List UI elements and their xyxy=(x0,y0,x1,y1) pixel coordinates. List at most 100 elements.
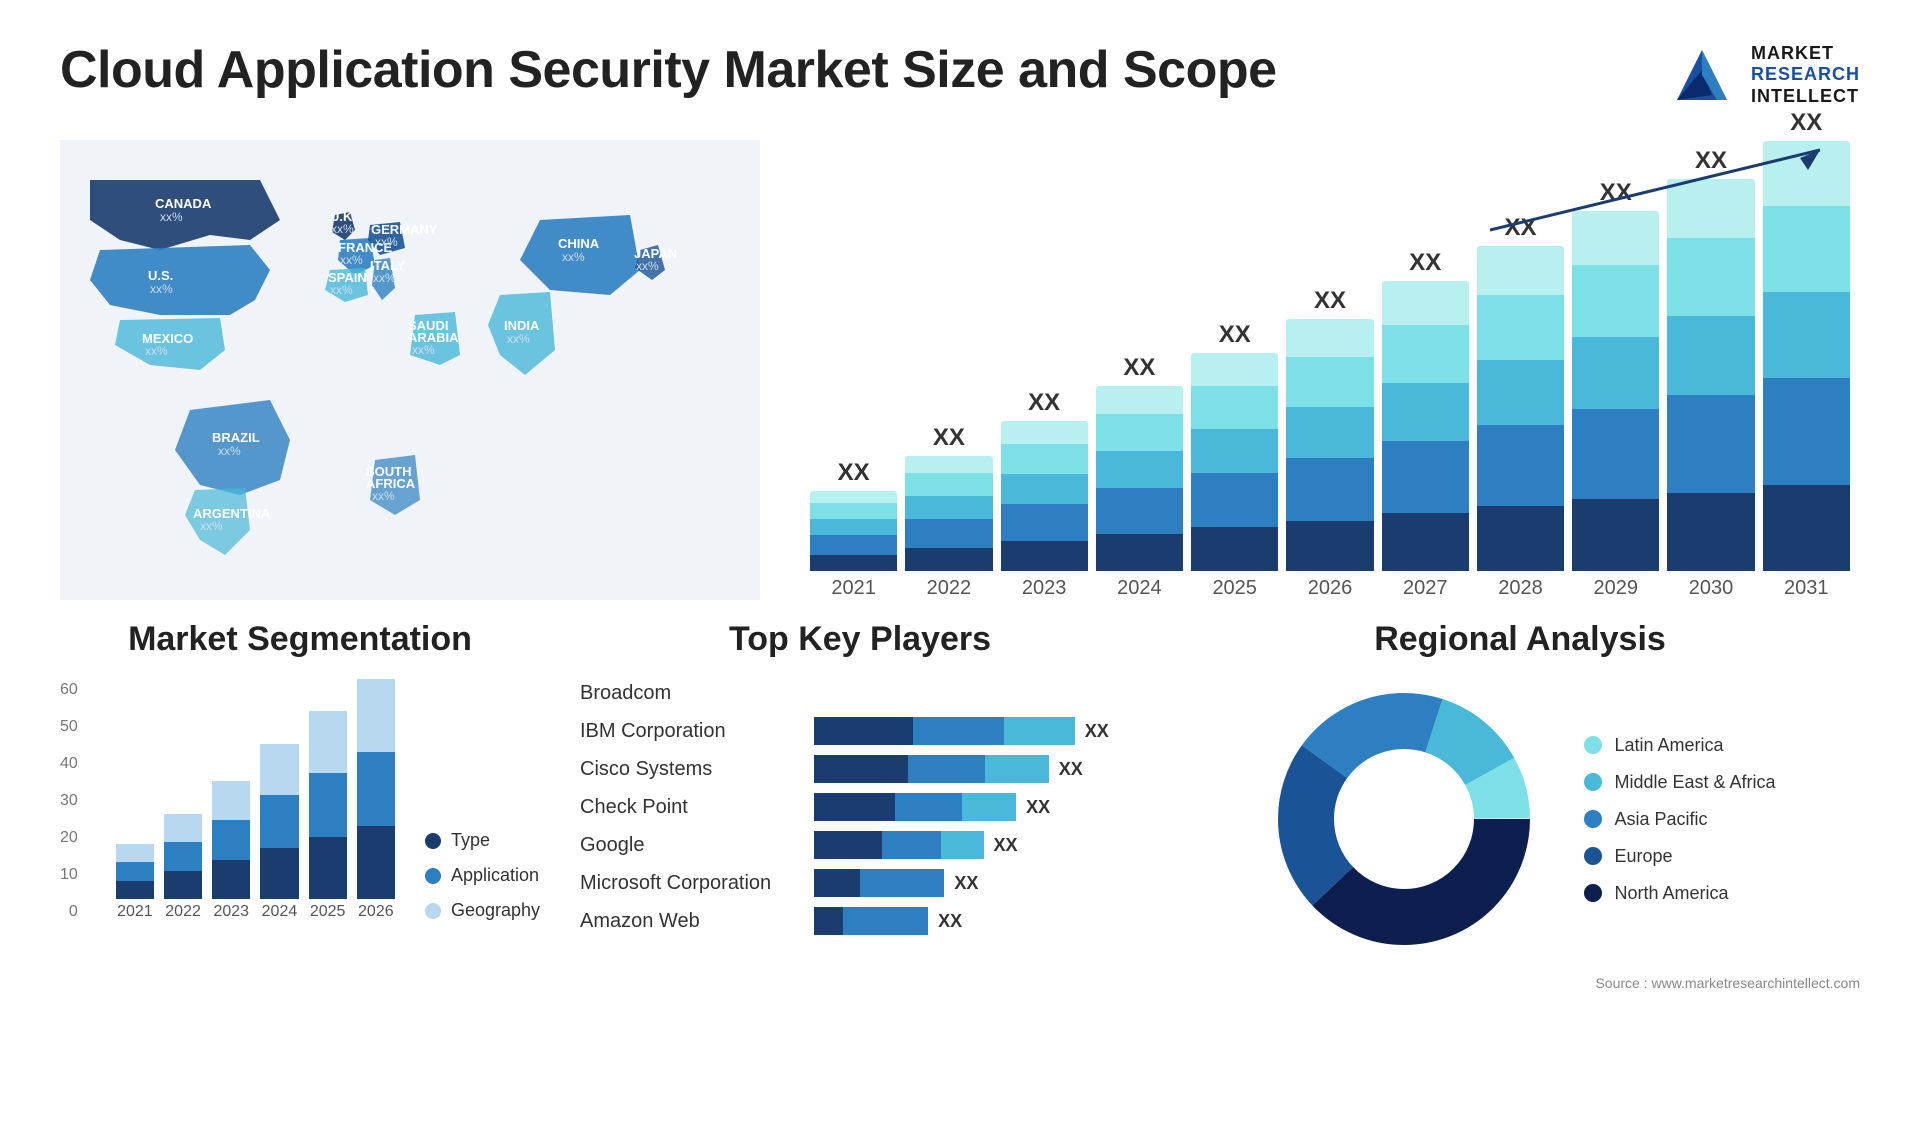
donut-svg xyxy=(1264,679,1544,959)
svg-text:CANADA: CANADA xyxy=(155,196,212,211)
svg-text:INDIA: INDIA xyxy=(504,318,540,333)
seg-bar-2024: 2024 xyxy=(260,744,298,921)
player-google: Google XX xyxy=(580,831,1140,859)
seg-bar-2021: 2021 xyxy=(116,844,154,921)
player-bar-broadcom xyxy=(814,679,1140,707)
legend-type: Type xyxy=(425,830,540,851)
donut-chart xyxy=(1264,679,1544,959)
svg-text:xx%: xx% xyxy=(200,519,223,533)
reg-dot-na xyxy=(1584,884,1602,902)
source-text: Source : www.marketresearchintellect.com xyxy=(1595,975,1860,991)
logo-area: MARKET RESEARCH INTELLECT xyxy=(1667,40,1860,110)
players-list: Broadcom IBM Corporation XX xyxy=(580,679,1140,935)
player-ibm: IBM Corporation XX xyxy=(580,717,1140,745)
regional-legend: Latin America Middle East & Africa Asia … xyxy=(1584,735,1775,904)
bars-container: XX 2021 XX xyxy=(800,200,1860,600)
player-amazon: Amazon Web XX xyxy=(580,907,1140,935)
player-bar-ibm: XX xyxy=(814,717,1140,745)
bar-2028: XX 2028 xyxy=(1477,214,1564,600)
player-name-ibm: IBM Corporation xyxy=(580,720,800,743)
legend-geography: Geography xyxy=(425,900,540,921)
player-name-cisco: Cisco Systems xyxy=(580,758,800,781)
player-name-amazon: Amazon Web xyxy=(580,910,800,933)
bar-2024: XX 2024 xyxy=(1096,354,1183,600)
player-bar-cisco-inner xyxy=(814,755,1049,783)
seg-chart: 60 50 40 30 20 10 0 xyxy=(60,679,540,921)
bar-2022: XX 2022 xyxy=(905,424,992,600)
seg-bar-2023: 2023 xyxy=(212,781,250,921)
svg-text:BRAZIL: BRAZIL xyxy=(212,430,260,445)
map-container: CANADA xx% U.S. xx% MEXICO xx% BRAZIL xx… xyxy=(60,140,760,600)
logo-icon xyxy=(1667,40,1737,110)
reg-item-europe: Europe xyxy=(1584,846,1775,867)
page-title: Cloud Application Security Market Size a… xyxy=(60,40,1277,100)
header: Cloud Application Security Market Size a… xyxy=(60,40,1860,110)
reg-item-na: North America xyxy=(1584,883,1775,904)
svg-text:xx%: xx% xyxy=(507,332,530,346)
svg-text:CHINA: CHINA xyxy=(558,236,600,251)
segmentation-title: Market Segmentation xyxy=(60,620,540,659)
reg-label-apac: Asia Pacific xyxy=(1614,809,1707,830)
player-bar-microsoft: XX xyxy=(814,869,1140,897)
seg-bars-area: 2021 2022 xyxy=(116,679,395,921)
reg-dot-europe xyxy=(1584,847,1602,865)
svg-text:U.S.: U.S. xyxy=(148,268,173,283)
svg-text:xx%: xx% xyxy=(372,489,395,503)
seg-bars-wrapper: 2021 2022 xyxy=(116,679,395,921)
svg-text:xx%: xx% xyxy=(330,283,353,297)
legend-geography-dot xyxy=(425,903,441,919)
player-name-google: Google xyxy=(580,834,800,857)
player-name-checkpoint: Check Point xyxy=(580,796,800,819)
regional-content: Latin America Middle East & Africa Asia … xyxy=(1180,679,1860,959)
player-broadcom: Broadcom xyxy=(580,679,1140,707)
trend-arrow xyxy=(1490,140,1840,240)
svg-text:xx%: xx% xyxy=(218,444,241,458)
bar-2029: XX 2029 xyxy=(1572,179,1659,600)
bar-2023: XX 2023 xyxy=(1001,389,1088,600)
player-bar-google-inner xyxy=(814,831,984,859)
page: Cloud Application Security Market Size a… xyxy=(0,0,1920,1146)
reg-dot-apac xyxy=(1584,810,1602,828)
world-map: CANADA xx% U.S. xx% MEXICO xx% BRAZIL xx… xyxy=(60,140,760,600)
reg-dot-mea xyxy=(1584,773,1602,791)
player-bar-cisco: XX xyxy=(814,755,1140,783)
svg-text:xx%: xx% xyxy=(373,271,396,285)
main-grid: CANADA xx% U.S. xx% MEXICO xx% BRAZIL xx… xyxy=(60,140,1860,993)
reg-label-na: North America xyxy=(1614,883,1728,904)
reg-item-latin: Latin America xyxy=(1584,735,1775,756)
svg-text:xx%: xx% xyxy=(160,210,183,224)
logo-text: MARKET RESEARCH INTELLECT xyxy=(1751,43,1860,108)
player-bar-checkpoint-inner xyxy=(814,793,1016,821)
svg-text:xx%: xx% xyxy=(562,250,585,264)
reg-item-mea: Middle East & Africa xyxy=(1584,772,1775,793)
bar-2027: XX 2027 xyxy=(1382,249,1469,600)
y-axis: 60 50 40 30 20 10 0 xyxy=(60,681,86,921)
reg-label-mea: Middle East & Africa xyxy=(1614,772,1775,793)
regional-title: Regional Analysis xyxy=(1180,620,1860,659)
reg-label-latin: Latin America xyxy=(1614,735,1723,756)
player-checkpoint: Check Point XX xyxy=(580,793,1140,821)
chart-section: XX 2021 XX xyxy=(800,140,1860,600)
seg-legend: Type Application Geography xyxy=(425,830,540,921)
svg-text:xx%: xx% xyxy=(412,343,435,357)
player-bar-microsoft-inner xyxy=(814,869,944,897)
seg-bar-2026: 2026 xyxy=(357,679,395,921)
player-bar-checkpoint: XX xyxy=(814,793,1140,821)
players-section: Top Key Players Broadcom IBM Corporation xyxy=(580,620,1140,993)
player-name-broadcom: Broadcom xyxy=(580,682,800,705)
player-bar-ibm-inner xyxy=(814,717,1075,745)
reg-dot-latin xyxy=(1584,736,1602,754)
bottom-row: Market Segmentation 60 50 40 30 20 10 0 xyxy=(60,620,1860,993)
legend-type-dot xyxy=(425,833,441,849)
bar-2021: XX 2021 xyxy=(810,459,897,600)
svg-text:xx%: xx% xyxy=(145,344,168,358)
reg-item-apac: Asia Pacific xyxy=(1584,809,1775,830)
seg-bar-2022: 2022 xyxy=(164,814,202,921)
regional-section: Regional Analysis xyxy=(1180,620,1860,993)
seg-bar-2025: 2025 xyxy=(309,711,347,921)
svg-text:xx%: xx% xyxy=(340,253,363,267)
player-bar-google: XX xyxy=(814,831,1140,859)
map-section: CANADA xx% U.S. xx% MEXICO xx% BRAZIL xx… xyxy=(60,140,760,600)
player-microsoft: Microsoft Corporation XX xyxy=(580,869,1140,897)
players-title: Top Key Players xyxy=(580,620,1140,659)
